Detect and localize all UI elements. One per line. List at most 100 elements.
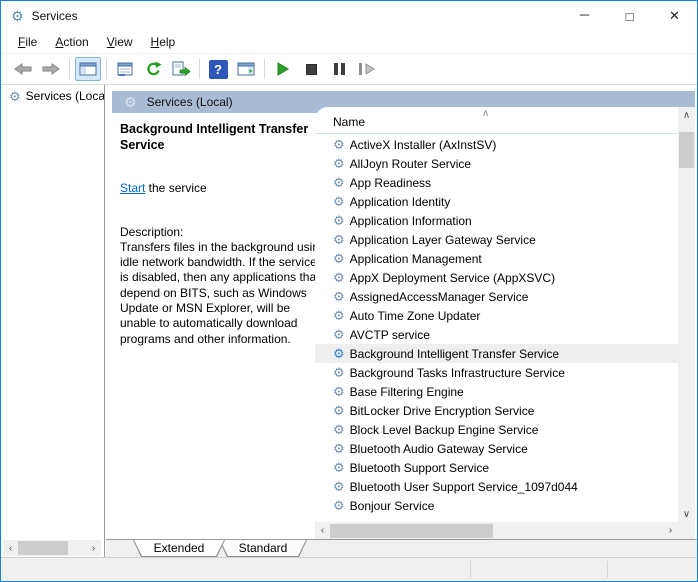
scroll-right-icon[interactable]: ›: [663, 523, 678, 539]
service-row[interactable]: ⚙Base Filtering Engine: [315, 382, 678, 401]
services-gear-icon: ⚙: [11, 9, 24, 23]
description-label: Description:: [120, 225, 322, 239]
service-row[interactable]: ⚙Bluetooth Support Service: [315, 458, 678, 477]
scrollbar-thumb[interactable]: [330, 524, 493, 538]
scroll-up-icon[interactable]: ∧: [678, 107, 695, 123]
restart-service-button[interactable]: [354, 57, 380, 81]
close-button[interactable]: ✕: [652, 1, 697, 31]
maximize-button[interactable]: □: [607, 1, 652, 31]
service-gear-icon: ⚙: [333, 423, 345, 436]
minimize-button[interactable]: ─: [562, 1, 607, 31]
scroll-down-icon[interactable]: ∨: [678, 506, 695, 522]
service-row[interactable]: ⚙Application Management: [315, 249, 678, 268]
show-console-tree-button[interactable]: [75, 57, 101, 81]
refresh-button[interactable]: [140, 57, 166, 81]
service-gear-icon: ⚙: [333, 480, 345, 493]
status-divider: [607, 561, 608, 578]
tree-horizontal-scrollbar[interactable]: ‹ ›: [3, 540, 101, 556]
status-bar: [1, 557, 697, 581]
service-list-rows: ⚙ ActiveX Installer (AxInstSV) ⚙AllJoyn Ro…: [315, 135, 678, 522]
scroll-left-icon[interactable]: ‹: [3, 540, 18, 556]
extended-preview-pane: Background Intelligent Transfer Service …: [112, 115, 326, 538]
scrollbar-corner: [678, 522, 695, 539]
show-action-pane-button[interactable]: [233, 57, 259, 81]
show-console-tree-icon: [79, 62, 97, 76]
service-gear-icon: ⚙: [333, 290, 345, 303]
show-action-pane-icon: [237, 62, 255, 76]
service-row[interactable]: ⚙ BitLocker Drive Encryption Service: [315, 401, 678, 420]
service-row[interactable]: ⚙Application Layer Gateway Service: [315, 230, 678, 249]
service-row[interactable]: ⚙AppX Deployment Service (AppXSVC): [315, 268, 678, 287]
service-name: Bluetooth User Support Service_1097d044: [350, 480, 578, 494]
service-row[interactable]: ⚙Background Intelligent Transfer Service: [315, 344, 678, 363]
service-gear-icon: ⚙: [333, 461, 345, 474]
start-service-icon: [275, 61, 291, 77]
service-name: Application Information: [350, 214, 472, 228]
service-row[interactable]: ⚙App Readiness: [315, 173, 678, 192]
service-name: Application Identity: [350, 195, 451, 209]
back-button[interactable]: [10, 57, 36, 81]
service-row[interactable]: ⚙AllJoyn Router Service: [315, 154, 678, 173]
menu-action[interactable]: Action: [46, 32, 97, 52]
service-gear-icon: ⚙: [333, 138, 345, 151]
service-gear-icon: ⚙: [333, 233, 345, 246]
service-gear-icon: ⚙: [333, 404, 345, 417]
list-vertical-scrollbar[interactable]: ∧ ∨: [678, 107, 695, 522]
service-row[interactable]: ⚙Auto Time Zone Updater: [315, 306, 678, 325]
service-row[interactable]: ⚙Bluetooth Audio Gateway Service: [315, 439, 678, 458]
tab-extended[interactable]: Extended: [133, 540, 225, 557]
stop-service-button[interactable]: [298, 57, 324, 81]
refresh-icon: [144, 61, 162, 77]
start-service-link[interactable]: Start: [120, 181, 145, 195]
service-name: AssignedAccessManager Service: [350, 290, 529, 304]
export-list-button[interactable]: [168, 57, 194, 81]
toolbar-separator: [106, 59, 107, 79]
service-row[interactable]: ⚙ Bonjour Service: [315, 496, 678, 515]
console-tree-pane: ⚙ Services (Loca ‹ ›: [1, 85, 105, 557]
tree-item-services-local[interactable]: ⚙ Services (Loca: [1, 85, 104, 106]
forward-icon: [41, 61, 61, 77]
view-tab-bar: Extended Standard: [106, 539, 697, 557]
service-row[interactable]: ⚙Application Information: [315, 211, 678, 230]
properties-button[interactable]: [112, 57, 138, 81]
menu-help[interactable]: Help: [142, 32, 185, 52]
service-row[interactable]: ⚙Application Identity: [315, 192, 678, 211]
title-bar[interactable]: ⚙ Services ─ □ ✕: [1, 1, 697, 31]
service-row[interactable]: ⚙ ActiveX Installer (AxInstSV): [315, 135, 678, 154]
menu-file[interactable]: File: [9, 32, 46, 52]
name-column-label: Name: [333, 115, 365, 129]
scroll-left-icon[interactable]: ‹: [315, 523, 330, 539]
service-row[interactable]: ⚙ AssignedAccessManager Service: [315, 287, 678, 306]
scroll-right-icon[interactable]: ›: [86, 540, 101, 556]
service-gear-icon: ⚙: [333, 385, 345, 398]
name-column-header[interactable]: Name ∧: [315, 107, 678, 134]
service-row[interactable]: ⚙ Bluetooth User Support Service_1097d044: [315, 477, 678, 496]
tree-item-label: Services (Loca: [26, 89, 104, 103]
service-name: Application Management: [350, 252, 482, 266]
service-row[interactable]: ⚙Background Tasks Infrastructure Service: [315, 363, 678, 382]
menu-view[interactable]: View: [98, 32, 142, 52]
restart-service-icon: [359, 62, 376, 76]
service-gear-icon: ⚙: [333, 499, 345, 512]
stop-service-icon: [306, 64, 317, 75]
close-icon: ✕: [669, 8, 680, 24]
service-name: ActiveX Installer (AxInstSV): [350, 138, 497, 152]
pause-service-button[interactable]: [326, 57, 352, 81]
scrollbar-thumb[interactable]: [18, 541, 68, 555]
help-icon: ?: [209, 60, 228, 79]
help-button[interactable]: ?: [205, 57, 231, 81]
service-name: BitLocker Drive Encryption Service: [350, 404, 535, 418]
toolbar: ?: [1, 54, 697, 85]
service-name: Bonjour Service: [350, 499, 435, 513]
toolbar-separator: [199, 59, 200, 79]
minimize-icon: ─: [580, 7, 589, 22]
start-service-button[interactable]: [270, 57, 296, 81]
scrollbar-thumb[interactable]: [679, 132, 694, 168]
list-horizontal-scrollbar[interactable]: ‹ ›: [315, 522, 678, 539]
description-text: Transfers files in the background using …: [120, 240, 326, 348]
tab-standard[interactable]: Standard: [219, 540, 307, 557]
service-row[interactable]: ⚙AVCTP service: [315, 325, 678, 344]
status-divider: [470, 561, 471, 578]
service-row[interactable]: ⚙Block Level Backup Engine Service: [315, 420, 678, 439]
forward-button[interactable]: [38, 57, 64, 81]
